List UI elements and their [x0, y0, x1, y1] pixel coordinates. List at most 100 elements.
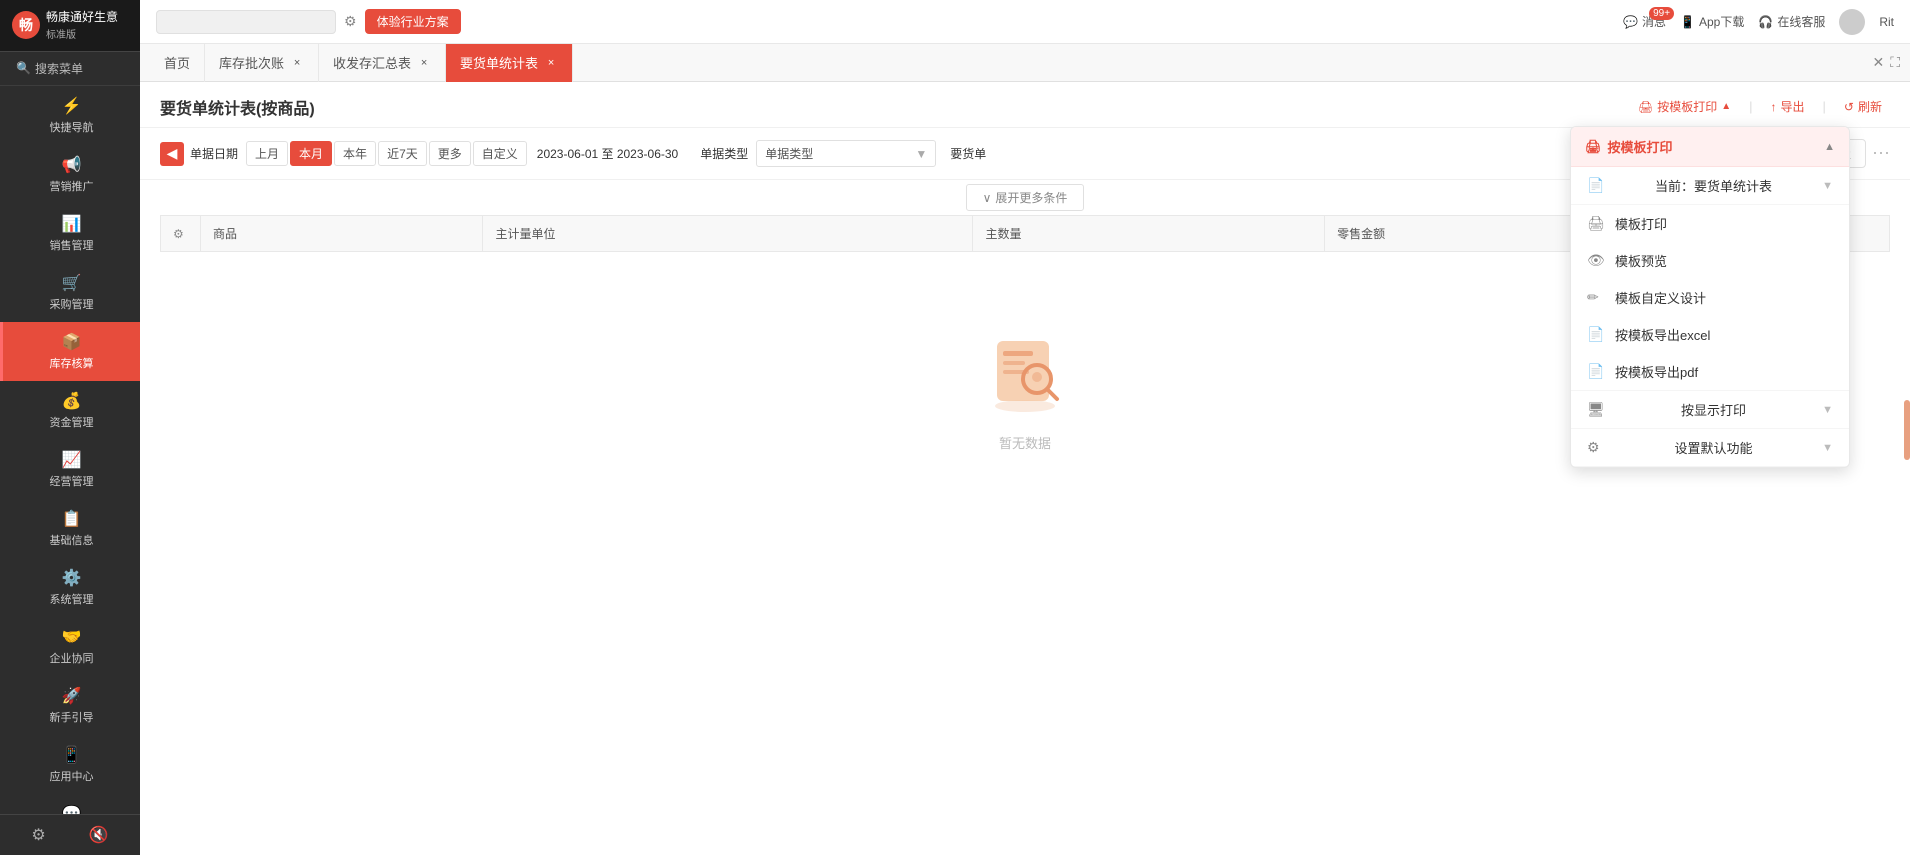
dropdown-display-print[interactable]: 🖥 按显示打印 ▼	[1571, 391, 1849, 428]
page-area: 要货单统计表(按商品) 🖨 按模板打印 ▲ | ↑ 导出 | ↺ 刷新	[140, 82, 1910, 855]
sidebar-item-inventory[interactable]: 📦 库存核算	[0, 322, 140, 381]
refresh-icon: ↺	[1844, 100, 1854, 114]
expand-more-btn[interactable]: ∨ 展开更多条件	[966, 184, 1085, 211]
sidebar-item-enterprise[interactable]: 🤝 企业协同	[0, 617, 140, 676]
online-service-button[interactable]: 🎧 在线客服	[1758, 13, 1825, 30]
app-center-icon: 📱	[62, 745, 82, 765]
dropdown-header-title: 按模板打印	[1608, 137, 1673, 156]
tab-order-stats-close[interactable]: ×	[544, 56, 558, 70]
trial-button[interactable]: 体验行业方案	[365, 9, 461, 34]
app-download-button[interactable]: 📱 App下载	[1680, 13, 1744, 30]
sidebar-item-guide[interactable]: 🚀 新手引导	[0, 676, 140, 735]
printer-icon: 🖨	[1638, 100, 1653, 114]
export-pdf-icon: 📄	[1587, 363, 1605, 380]
sidebar-item-purchase[interactable]: 🛒 采购管理	[0, 263, 140, 322]
action-divider-2: |	[1823, 99, 1826, 114]
last7days-btn[interactable]: 近7天	[378, 141, 427, 166]
more-options-icon[interactable]: ⋯	[1872, 143, 1890, 164]
dropdown-default-fn[interactable]: ⚙ 设置默认功能 ▼	[1571, 429, 1849, 466]
sidebar-item-finance[interactable]: 💰 资金管理	[0, 381, 140, 440]
dropdown-settings-section: ⚙ 设置默认功能 ▼	[1571, 429, 1849, 467]
message-badge: 99+	[1649, 7, 1674, 20]
template-preview-label: 模板预览	[1615, 251, 1667, 270]
template-export-excel-label: 按模板导出excel	[1615, 325, 1710, 344]
filter-collapse-icon: ◀	[167, 145, 178, 162]
audio-bottom-icon[interactable]: 🔇	[89, 825, 109, 845]
tab-order-stats[interactable]: 要货单统计表 ×	[446, 44, 573, 82]
dropdown-template-print[interactable]: 🖨 模板打印	[1571, 205, 1849, 242]
default-fn-arrow: ▼	[1822, 442, 1833, 454]
sidebar-item-quick-nav-label: 快捷导航	[50, 119, 94, 135]
username-label: Rit	[1879, 15, 1894, 29]
sidebar-item-quick-nav[interactable]: ⚡ 快捷导航	[0, 86, 140, 145]
sidebar-item-system[interactable]: ⚙️ 系统管理	[0, 558, 140, 617]
sidebar-item-marketing[interactable]: 📢 营销推广	[0, 145, 140, 204]
display-print-label: 按显示打印	[1681, 400, 1746, 419]
purchase-icon: 🛒	[62, 273, 82, 293]
dropdown-template-export-pdf[interactable]: 📄 按模板导出pdf	[1571, 353, 1849, 390]
filter-collapse-btn[interactable]: ◀	[160, 142, 184, 166]
table-settings-icon[interactable]: ⚙	[173, 227, 184, 241]
topbar-gear-icon[interactable]: ⚙	[344, 13, 357, 30]
display-print-icon: 🖥	[1587, 401, 1605, 418]
page-title: 要货单统计表(按商品)	[160, 95, 315, 119]
th-goods-label: 商品	[213, 227, 237, 241]
empty-illustration	[975, 321, 1075, 421]
sidebar-item-sales[interactable]: 📊 销售管理	[0, 204, 140, 263]
marketing-icon: 📢	[62, 155, 82, 175]
message-button[interactable]: 💬 消息 99+	[1623, 13, 1666, 30]
settings-bottom-icon[interactable]: ⚙	[31, 825, 45, 845]
tab-inventory-batch-close[interactable]: ×	[290, 56, 304, 70]
main-area: ⚙ 体验行业方案 💬 消息 99+ 📱 App下载 🎧 在线客服 Rit 首页	[140, 0, 1910, 855]
close-window-btn[interactable]: ✕	[1872, 54, 1884, 71]
date-filter-label: 单据日期	[190, 145, 238, 162]
dropdown-current-item[interactable]: 📄 当前：要货单统计表 ▼	[1571, 167, 1849, 204]
sidebar-item-wechat[interactable]: 💬 企业微信	[0, 794, 140, 814]
basics-icon: 📋	[62, 509, 82, 529]
doc-type-label: 单据类型	[700, 145, 748, 162]
dropdown-display-section: 🖥 按显示打印 ▼	[1571, 391, 1849, 429]
th-settings: ⚙	[161, 216, 201, 252]
dropdown-template-design[interactable]: ✏ 模板自定义设计	[1571, 279, 1849, 316]
sidebar-search[interactable]: 🔍 搜索菜单	[0, 52, 140, 86]
print-template-label: 按模板打印	[1657, 98, 1717, 115]
sidebar-item-app-center[interactable]: 📱 应用中心	[0, 735, 140, 794]
template-design-icon: ✏	[1587, 289, 1605, 306]
resize-handle[interactable]	[1904, 400, 1910, 460]
dropdown-template-preview[interactable]: 👁 模板预览	[1571, 242, 1849, 279]
date-range-display: 2023-06-01 至 2023-06-30	[537, 145, 678, 162]
operations-icon: 📈	[62, 450, 82, 470]
dropdown-header: 🖨 按模板打印 ▲	[1571, 127, 1849, 167]
current-year-btn[interactable]: 本年	[334, 141, 376, 166]
user-avatar[interactable]	[1839, 9, 1865, 35]
tab-inventory-batch[interactable]: 库存批次账 ×	[205, 44, 319, 82]
tab-window-controls: ✕ ⛶	[1872, 54, 1900, 71]
sidebar-item-purchase-label: 采购管理	[50, 296, 94, 312]
maximize-window-btn[interactable]: ⛶	[1890, 54, 1900, 71]
dropdown-header-close[interactable]: ▲	[1824, 141, 1835, 153]
template-preview-icon: 👁	[1587, 252, 1605, 269]
more-date-btn[interactable]: 更多	[429, 141, 471, 166]
export-button[interactable]: ↑ 导出	[1763, 94, 1813, 119]
tab-receivable-summary[interactable]: 收发存汇总表 ×	[319, 44, 446, 82]
search-icon: 🔍	[16, 61, 31, 75]
sidebar-search-label: 搜索菜单	[35, 60, 83, 77]
app-download-icon: 📱	[1680, 15, 1695, 29]
template-design-label: 模板自定义设计	[1615, 288, 1706, 307]
logo-badge: 标准版	[46, 26, 118, 41]
custom-date-btn[interactable]: 自定义	[473, 141, 527, 166]
sidebar-item-basics[interactable]: 📋 基础信息	[0, 499, 140, 558]
tab-receivable-summary-close[interactable]: ×	[417, 56, 431, 70]
dropdown-template-export-excel[interactable]: 📄 按模板导出excel	[1571, 316, 1849, 353]
sidebar-item-operations[interactable]: 📈 经营管理	[0, 440, 140, 499]
topbar-search-input[interactable]	[156, 10, 336, 34]
prev-month-btn[interactable]: 上月	[246, 141, 288, 166]
print-template-button[interactable]: 🖨 按模板打印 ▲	[1630, 94, 1739, 119]
doc-type-select[interactable]: 单据类型 ▼	[756, 140, 936, 167]
logo-text: 畅康通好生意	[46, 10, 118, 26]
sidebar-item-app-center-label: 应用中心	[50, 768, 94, 784]
tab-home[interactable]: 首页	[150, 44, 205, 82]
wechat-icon: 💬	[62, 804, 82, 814]
current-month-btn[interactable]: 本月	[290, 141, 332, 166]
refresh-button[interactable]: ↺ 刷新	[1836, 94, 1890, 119]
